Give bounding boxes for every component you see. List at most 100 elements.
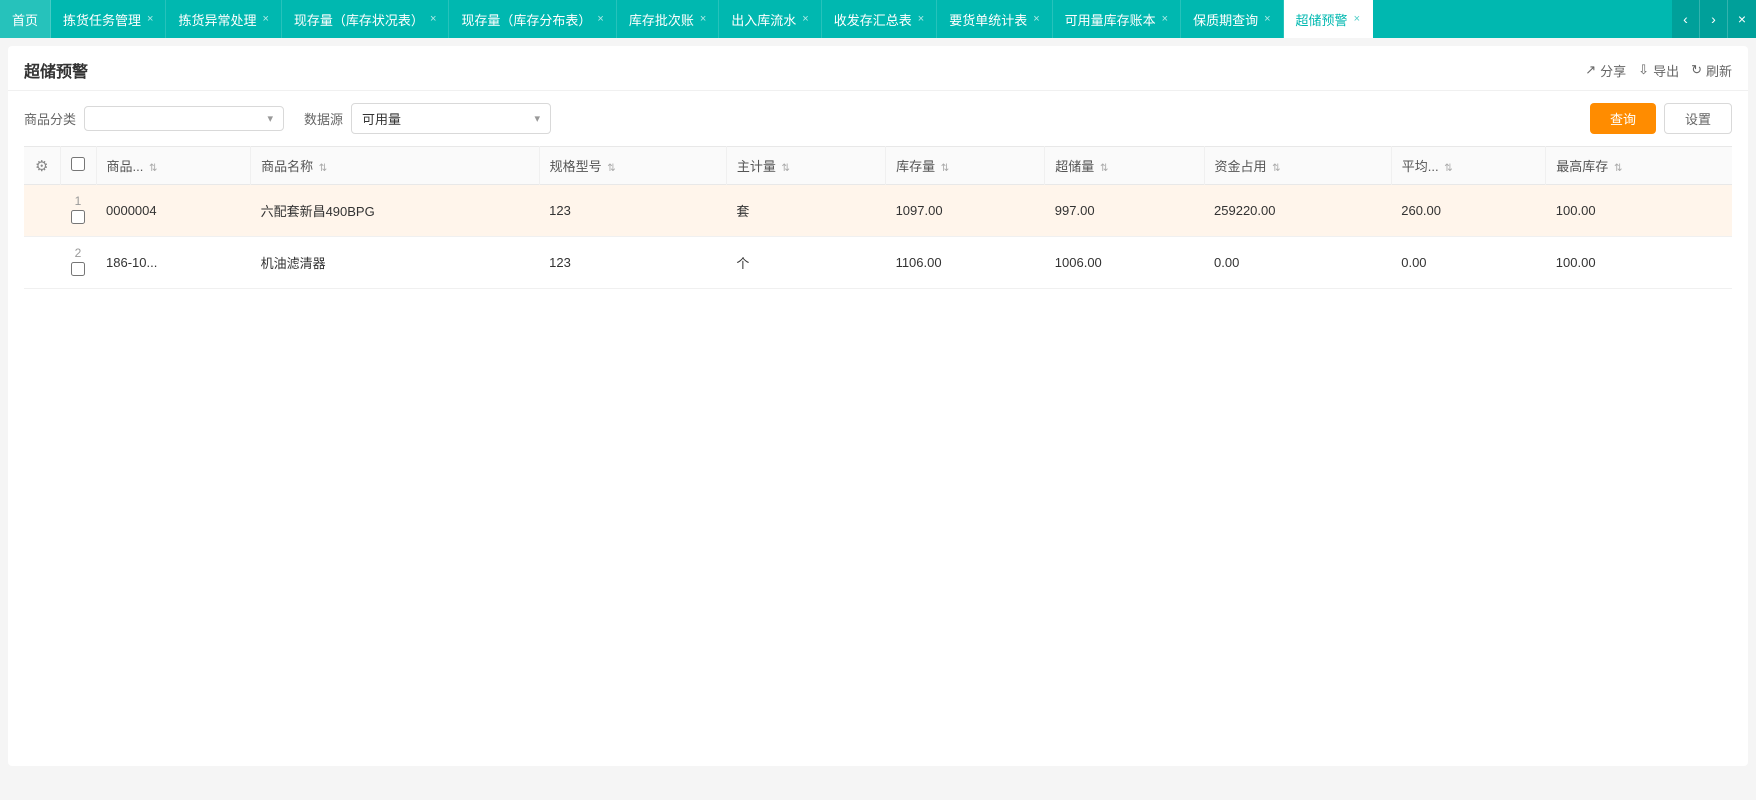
nav-item-inventory-status[interactable]: 现存量（库存状况表） × <box>282 0 449 38</box>
select-all-checkbox[interactable] <box>71 157 85 171</box>
nav-next-button[interactable]: › <box>1700 0 1728 38</box>
row-spec: 123 <box>539 237 726 289</box>
row-gear-cell <box>24 185 60 237</box>
category-select[interactable]: ▾ <box>84 106 284 131</box>
table-header-row: ⚙ 商品... ⇅ 商品名称 ⇅ 规格型号 ⇅ <box>24 147 1732 185</box>
row-product-code: 186-10... <box>96 237 251 289</box>
row-max-inventory: 100.00 <box>1546 237 1732 289</box>
sort-icon: ⇅ <box>607 163 615 174</box>
close-icon[interactable]: × <box>700 13 706 25</box>
col-header-product-code[interactable]: 商品... ⇅ <box>96 147 251 185</box>
row-over-storage: 1006.00 <box>1045 237 1204 289</box>
nav-close-all-button[interactable]: × <box>1728 0 1756 38</box>
col-header-gear: ⚙ <box>24 147 60 185</box>
close-icon[interactable]: × <box>918 13 924 25</box>
close-icon[interactable]: × <box>597 13 603 25</box>
row-index-cell: 1 <box>60 185 96 237</box>
nav-item-expiry[interactable]: 保质期查询 × <box>1181 0 1283 38</box>
row-max-inventory: 100.00 <box>1546 185 1732 237</box>
close-icon[interactable]: × <box>147 13 153 25</box>
nav-item-available[interactable]: 可用量库存账本 × <box>1053 0 1181 38</box>
chevron-down-icon: ▾ <box>535 112 541 125</box>
row-product-name: 六配套新昌490BPG <box>251 185 540 237</box>
row-index-cell: 2 <box>60 237 96 289</box>
col-header-spec[interactable]: 规格型号 ⇅ <box>539 147 726 185</box>
row-checkbox[interactable] <box>71 262 85 276</box>
share-icon: ↗ <box>1585 62 1596 78</box>
close-icon[interactable]: × <box>430 13 436 25</box>
row-unit: 套 <box>726 185 885 237</box>
row-inventory: 1106.00 <box>886 237 1045 289</box>
col-header-checkbox <box>60 147 96 185</box>
sort-icon: ⇅ <box>319 163 327 174</box>
sort-icon: ⇅ <box>781 163 789 174</box>
close-icon[interactable]: × <box>1264 13 1270 25</box>
nav-item-flow[interactable]: 出入库流水 × <box>719 0 821 38</box>
datasource-value: 可用量 <box>362 109 401 128</box>
filter-actions: 查询 设置 <box>1590 103 1732 134</box>
chevron-down-icon: ▾ <box>267 112 273 125</box>
datasource-filter-group: 数据源 可用量 ▾ <box>304 103 551 134</box>
row-avg: 0.00 <box>1391 237 1546 289</box>
row-capital: 259220.00 <box>1204 185 1391 237</box>
col-header-max-inventory[interactable]: 最高库存 ⇅ <box>1546 147 1732 185</box>
header-actions: ↗ 分享 ⇩ 导出 ↻ 刷新 <box>1585 61 1732 80</box>
nav-bar: 首页 拣货任务管理 × 拣货异常处理 × 现存量（库存状况表） × 现存量（库存… <box>0 0 1756 38</box>
page-content: 超储预警 ↗ 分享 ⇩ 导出 ↻ 刷新 商品分类 ▾ 数据源 <box>8 46 1748 766</box>
col-header-product-name[interactable]: 商品名称 ⇅ <box>251 147 540 185</box>
nav-arrows: ‹ › × <box>1672 0 1756 38</box>
nav-item-order-stat[interactable]: 要货单统计表 × <box>937 0 1052 38</box>
close-icon[interactable]: × <box>1354 13 1360 25</box>
sort-icon: ⇅ <box>1272 163 1280 174</box>
filter-bar: 商品分类 ▾ 数据源 可用量 ▾ 查询 设置 <box>8 91 1748 146</box>
row-capital: 0.00 <box>1204 237 1391 289</box>
sort-icon: ⇅ <box>941 163 949 174</box>
datasource-select[interactable]: 可用量 ▾ <box>351 103 551 134</box>
nav-prev-button[interactable]: ‹ <box>1672 0 1700 38</box>
row-avg: 260.00 <box>1391 185 1546 237</box>
row-over-storage: 997.00 <box>1045 185 1204 237</box>
nav-item-exception[interactable]: 拣货异常处理 × <box>166 0 281 38</box>
close-icon[interactable]: × <box>802 13 808 25</box>
sort-icon: ⇅ <box>1444 163 1452 174</box>
nav-item-batch[interactable]: 库存批次账 × <box>617 0 719 38</box>
row-checkbox[interactable] <box>71 210 85 224</box>
sort-icon: ⇅ <box>149 163 157 174</box>
gear-icon[interactable]: ⚙ <box>35 158 48 175</box>
table-container: ⚙ 商品... ⇅ 商品名称 ⇅ 规格型号 ⇅ <box>8 146 1748 289</box>
row-inventory: 1097.00 <box>886 185 1045 237</box>
refresh-icon: ↻ <box>1691 62 1702 78</box>
sort-icon: ⇅ <box>1614 163 1622 174</box>
table-row: 2 186-10... 机油滤清器 123 个 1106.00 1006.00 … <box>24 237 1732 289</box>
page-header: 超储预警 ↗ 分享 ⇩ 导出 ↻ 刷新 <box>8 46 1748 91</box>
nav-item-task[interactable]: 拣货任务管理 × <box>51 0 166 38</box>
row-spec: 123 <box>539 185 726 237</box>
sort-icon: ⇅ <box>1100 163 1108 174</box>
col-header-over-storage[interactable]: 超储量 ⇅ <box>1045 147 1204 185</box>
table-row: 1 0000004 六配套新昌490BPG 123 套 1097.00 997.… <box>24 185 1732 237</box>
col-header-unit[interactable]: 主计量 ⇅ <box>726 147 885 185</box>
data-table: ⚙ 商品... ⇅ 商品名称 ⇅ 规格型号 ⇅ <box>24 146 1732 289</box>
page-title: 超储预警 <box>24 58 88 82</box>
col-header-inventory[interactable]: 库存量 ⇅ <box>886 147 1045 185</box>
close-icon[interactable]: × <box>262 13 268 25</box>
row-product-name: 机油滤清器 <box>251 237 540 289</box>
nav-item-home[interactable]: 首页 <box>0 0 51 38</box>
export-icon: ⇩ <box>1638 62 1649 78</box>
nav-item-overstock[interactable]: 超储预警 × <box>1284 0 1373 38</box>
query-button[interactable]: 查询 <box>1590 103 1656 134</box>
nav-item-inventory-dist[interactable]: 现存量（库存分布表） × <box>449 0 616 38</box>
settings-button[interactable]: 设置 <box>1664 103 1732 134</box>
category-filter-group: 商品分类 ▾ <box>24 106 284 131</box>
share-button[interactable]: ↗ 分享 <box>1585 61 1626 80</box>
col-header-capital[interactable]: 资金占用 ⇅ <box>1204 147 1391 185</box>
row-product-code: 0000004 <box>96 185 251 237</box>
datasource-label: 数据源 <box>304 109 343 128</box>
refresh-button[interactable]: ↻ 刷新 <box>1691 61 1732 80</box>
export-button[interactable]: ⇩ 导出 <box>1638 61 1679 80</box>
close-icon[interactable]: × <box>1162 13 1168 25</box>
col-header-avg[interactable]: 平均... ⇅ <box>1391 147 1546 185</box>
nav-item-summary[interactable]: 收发存汇总表 × <box>822 0 937 38</box>
close-icon[interactable]: × <box>1033 13 1039 25</box>
row-unit: 个 <box>726 237 885 289</box>
